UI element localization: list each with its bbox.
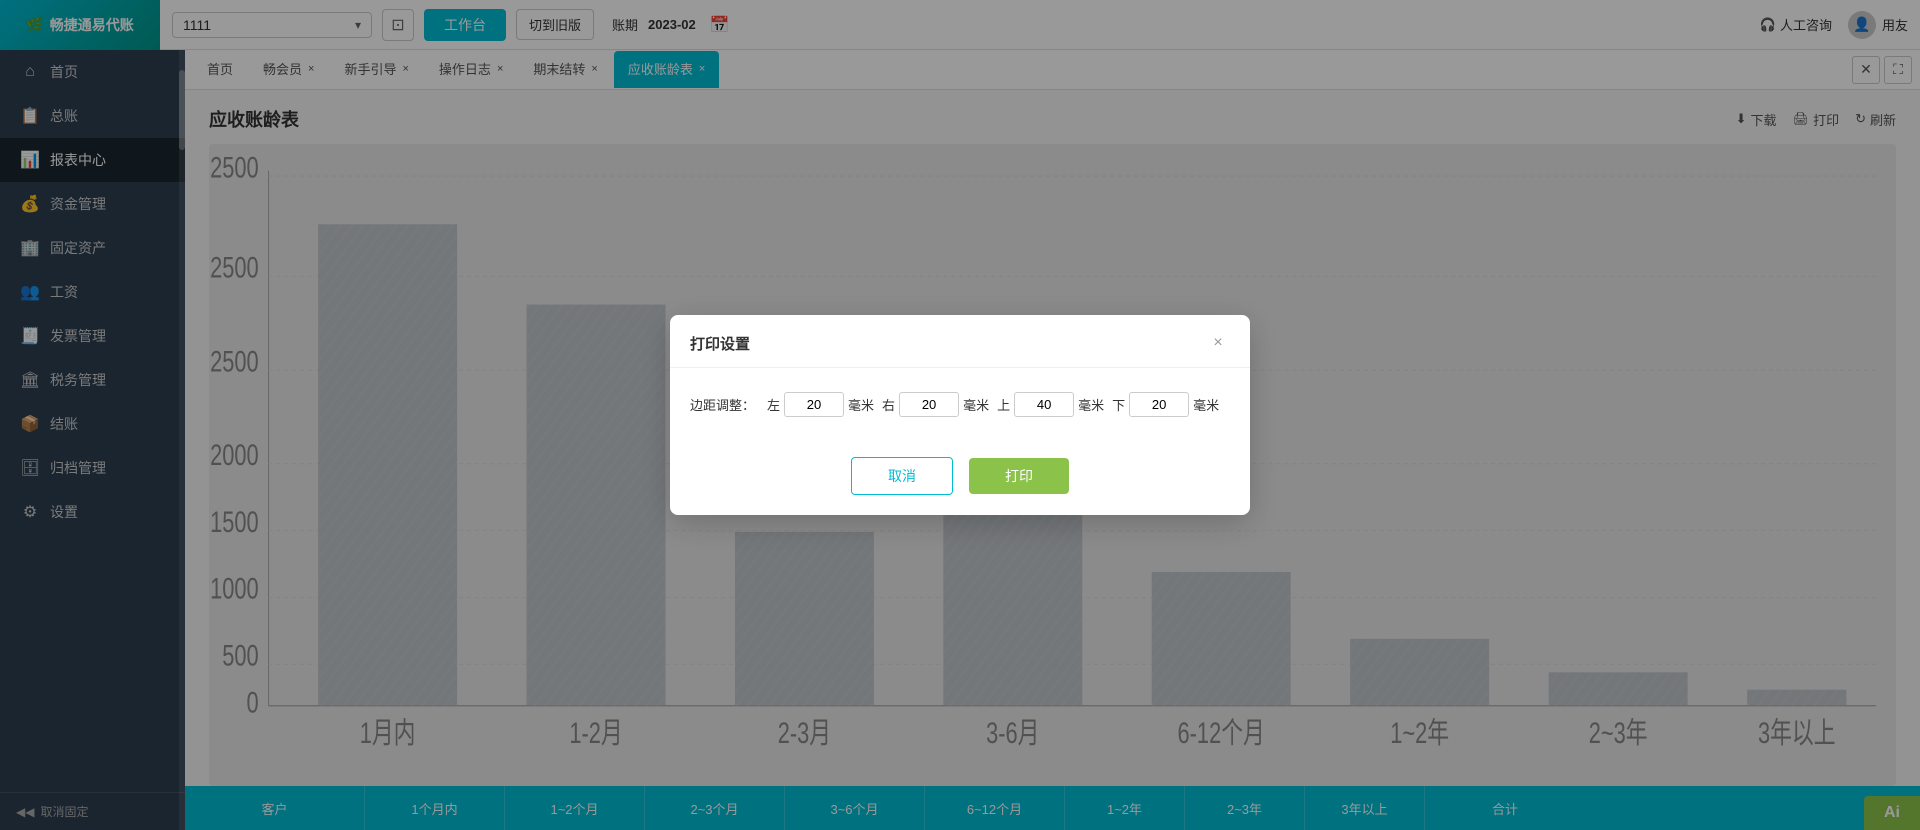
left-unit: 毫米 (848, 395, 874, 414)
confirm-print-button[interactable]: 打印 (969, 458, 1069, 494)
dialog-close-button[interactable]: × (1206, 331, 1230, 355)
top-margin-input[interactable] (1014, 392, 1074, 417)
margin-label: 边距调整： (690, 395, 755, 414)
left-label: 左 (767, 395, 780, 414)
left-margin-group: 左 毫米 (767, 392, 874, 417)
left-margin-input[interactable] (784, 392, 844, 417)
dialog-header: 打印设置 × (670, 315, 1250, 368)
bottom-margin-group: 下 毫米 (1112, 392, 1219, 417)
bottom-label: 下 (1112, 395, 1125, 414)
margin-row: 边距调整： 左 毫米 右 毫米 上 毫米 下 (690, 392, 1230, 417)
print-settings-dialog: 打印设置 × 边距调整： 左 毫米 右 毫米 上 毫米 (670, 315, 1250, 515)
dialog-body: 边距调整： 左 毫米 右 毫米 上 毫米 下 (670, 368, 1250, 441)
cancel-button[interactable]: 取消 (851, 457, 953, 495)
right-margin-input[interactable] (899, 392, 959, 417)
bottom-margin-input[interactable] (1129, 392, 1189, 417)
bottom-unit: 毫米 (1193, 395, 1219, 414)
dialog-title: 打印设置 (690, 333, 750, 354)
right-unit: 毫米 (963, 395, 989, 414)
right-margin-group: 右 毫米 (882, 392, 989, 417)
dialog-footer: 取消 打印 (670, 441, 1250, 515)
top-unit: 毫米 (1078, 395, 1104, 414)
top-margin-group: 上 毫米 (997, 392, 1104, 417)
top-label: 上 (997, 395, 1010, 414)
right-label: 右 (882, 395, 895, 414)
dialog-overlay[interactable]: 打印设置 × 边距调整： 左 毫米 右 毫米 上 毫米 (0, 0, 1920, 830)
